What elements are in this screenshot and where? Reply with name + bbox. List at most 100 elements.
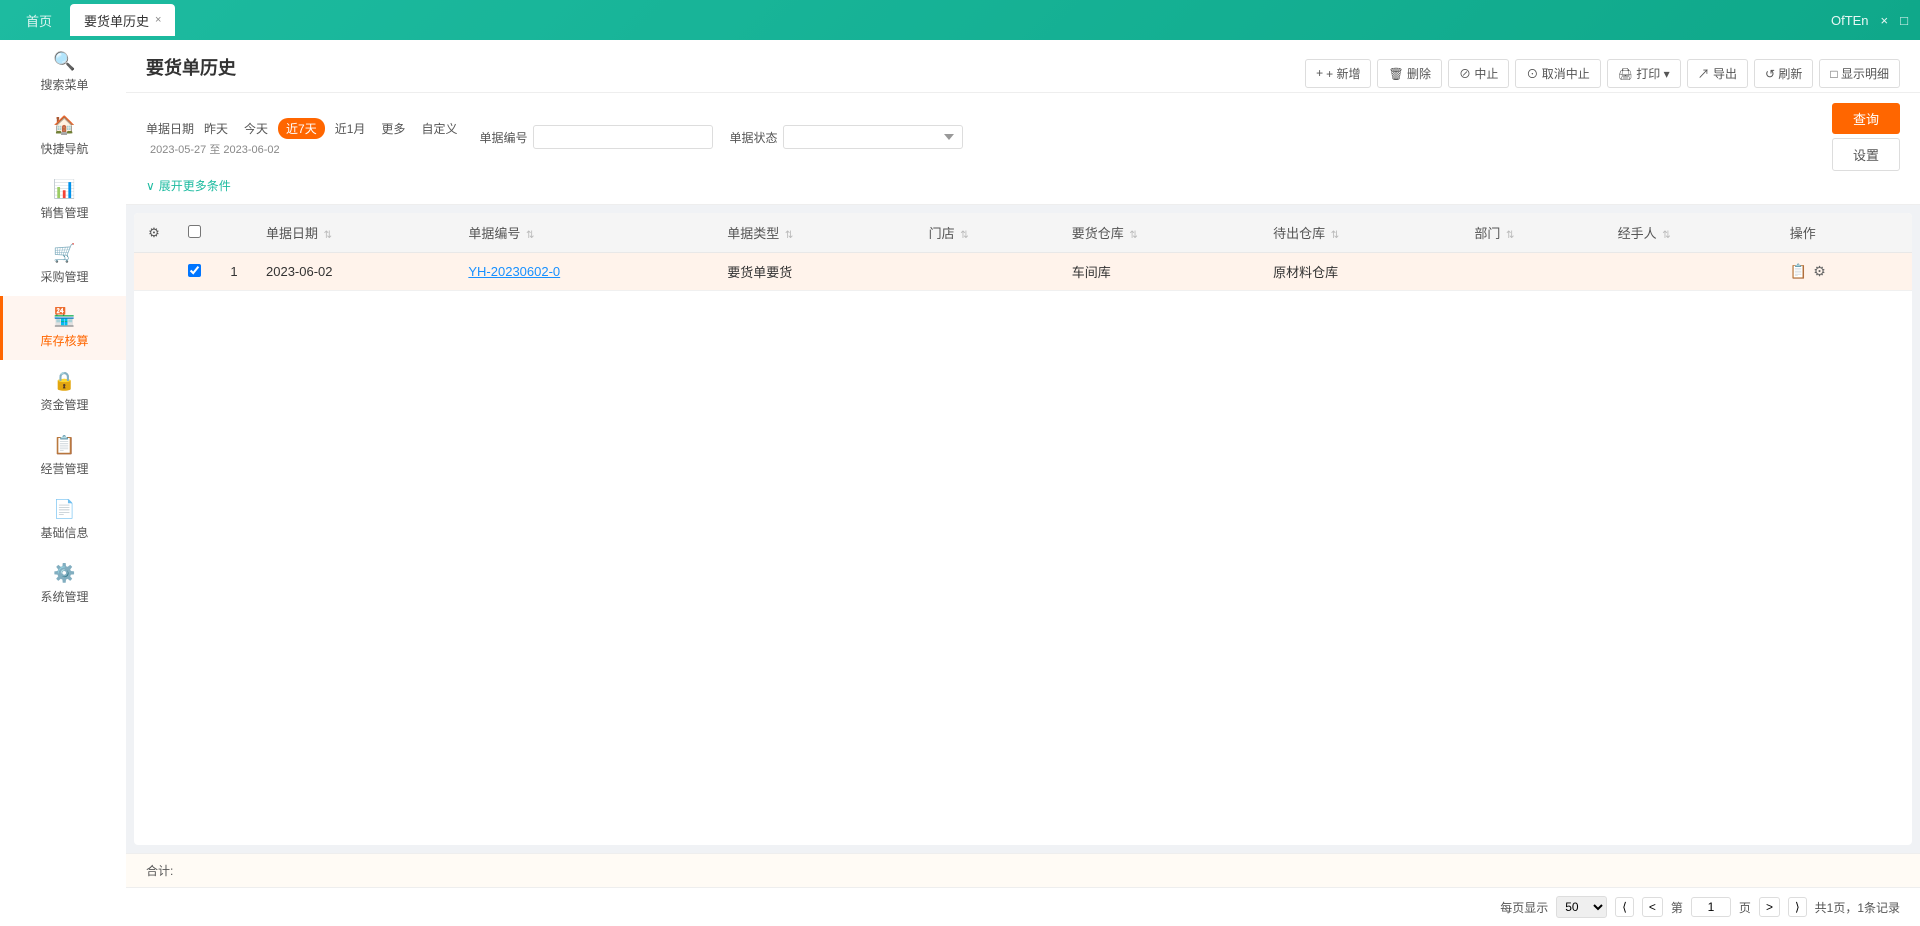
show-detail-button[interactable]: □ 显示明细: [1819, 59, 1900, 88]
export-label: ↗ 导出: [1698, 65, 1737, 82]
refresh-label: ↺ 刷新: [1765, 65, 1802, 82]
sidebar-item-sales-mgmt-label: 销售管理: [40, 204, 88, 221]
tab-home-label: 首页: [26, 11, 52, 30]
finance-icon: 🔒: [53, 371, 75, 392]
row-edit-icon[interactable]: 📋: [1790, 263, 1807, 280]
query-button[interactable]: 查询: [1832, 103, 1900, 134]
table-row[interactable]: 1 2023-06-02 YH-20230602-0 要货单要货 车间库 原材料…: [134, 253, 1912, 291]
delete-button[interactable]: 🗑 删除: [1377, 59, 1442, 88]
show-detail-label: □ 显示明细: [1830, 65, 1889, 82]
filter-buttons: 查询 设置: [1832, 103, 1900, 171]
status-label: 单据状态: [729, 129, 777, 146]
row-action-cell: 📋 ⚙: [1778, 253, 1912, 291]
basic-info-icon: 📄: [53, 499, 75, 520]
doc-number-input[interactable]: [533, 125, 713, 149]
sidebar-item-search-menu-label: 搜索菜单: [40, 76, 88, 93]
total-info: 共1页，1条记录: [1815, 899, 1900, 916]
tab-close-icon[interactable]: ×: [155, 14, 161, 26]
prev-page-button[interactable]: <: [1642, 897, 1663, 917]
search-menu-icon: 🔍: [53, 51, 75, 72]
row-req-warehouse: 车间库: [1060, 253, 1261, 291]
date-opt-custom[interactable]: 自定义: [415, 118, 463, 139]
stop-label: ⊘ 中止: [1459, 65, 1498, 82]
col-doc-number[interactable]: 单据编号 ⇅: [456, 213, 715, 253]
doc-type-sort-icon: ⇅: [785, 230, 793, 241]
refresh-button[interactable]: ↺ 刷新: [1754, 59, 1813, 88]
first-page-button[interactable]: ⟨: [1615, 897, 1634, 917]
sidebar-item-inventory[interactable]: 🏪 库存核算: [0, 296, 126, 360]
inventory-icon: 🏪: [53, 307, 75, 328]
date-options: 昨天 今天 近7天 近1月 更多 自定义: [198, 118, 463, 139]
window-maximize-icon[interactable]: □: [1900, 13, 1908, 28]
col-department[interactable]: 部门 ⇅: [1462, 213, 1605, 253]
sidebar-item-purchase-mgmt[interactable]: 🛒 采购管理: [0, 232, 126, 296]
row-pending-warehouse: 原材料仓库: [1261, 253, 1462, 291]
row-department: [1462, 253, 1605, 291]
col-handler[interactable]: 经手人 ⇅: [1606, 213, 1778, 253]
row-store: [917, 253, 1060, 291]
export-button[interactable]: ↗ 导出: [1687, 59, 1748, 88]
next-page-button[interactable]: >: [1759, 897, 1780, 917]
col-doc-date[interactable]: 单据日期 ⇅: [254, 213, 456, 253]
sidebar: 🔍 搜索菜单 🏠 快捷导航 📊 销售管理 🛒 采购管理 🏪 库存核算 🔒 资金管…: [0, 40, 126, 926]
page-size-select[interactable]: 20 50 100 200: [1556, 896, 1607, 918]
date-opt-today[interactable]: 今天: [238, 118, 274, 139]
page-input-label: 第: [1671, 899, 1683, 916]
tab-requisition-history-label: 要货单历史: [84, 11, 149, 30]
expand-icon: ∨: [146, 179, 155, 193]
expand-more-btn[interactable]: ∨ 展开更多条件: [146, 177, 1900, 194]
col-pending-warehouse[interactable]: 待出仓库 ⇅: [1261, 213, 1462, 253]
col-checkbox: [174, 213, 214, 253]
row-checkbox-cell[interactable]: [174, 253, 214, 291]
store-sort-icon: ⇅: [960, 230, 968, 241]
sidebar-item-finance[interactable]: 🔒 资金管理: [0, 360, 126, 424]
row-more-icon[interactable]: ⚙: [1813, 263, 1826, 280]
stop-button[interactable]: ⊘ 中止: [1448, 59, 1509, 88]
tab-requisition-history[interactable]: 要货单历史 ×: [70, 4, 175, 36]
page-number-input[interactable]: [1691, 897, 1731, 917]
sidebar-item-operations[interactable]: 📋 经营管理: [0, 424, 126, 488]
sidebar-item-search-menu[interactable]: 🔍 搜索菜单: [0, 40, 126, 104]
col-req-warehouse[interactable]: 要货仓库 ⇅: [1060, 213, 1261, 253]
settings-button[interactable]: 设置: [1832, 138, 1900, 171]
doc-number-sort-icon: ⇅: [526, 230, 534, 241]
print-button[interactable]: 🖨 打印 ▾: [1607, 59, 1681, 88]
row-checkbox[interactable]: [188, 264, 201, 277]
new-label: + 新增: [1326, 65, 1360, 82]
filter-row-1: 单据日期 昨天 今天 近7天 近1月 更多 自定义 2023-05-27 至 2…: [146, 103, 1900, 171]
cancel-stop-label: ⊙ 取消中止: [1526, 65, 1589, 82]
cancel-stop-button[interactable]: ⊙ 取消中止: [1515, 59, 1600, 88]
quick-nav-icon: 🏠: [53, 115, 75, 136]
status-select[interactable]: [783, 125, 963, 149]
last-page-button[interactable]: ⟩: [1788, 897, 1807, 917]
col-doc-type[interactable]: 单据类型 ⇅: [715, 213, 916, 253]
sidebar-item-system-mgmt[interactable]: ⚙️ 系统管理: [0, 552, 126, 616]
date-opt-yesterday[interactable]: 昨天: [198, 118, 234, 139]
top-bar-right: OfTEn × □: [1831, 13, 1908, 28]
purchase-mgmt-icon: 🛒: [53, 243, 75, 264]
date-opt-more[interactable]: 更多: [375, 118, 411, 139]
new-button[interactable]: + + 新增: [1305, 59, 1371, 88]
col-num: [214, 213, 254, 253]
tab-home[interactable]: 首页: [12, 4, 66, 36]
window-close-icon[interactable]: ×: [1881, 13, 1889, 28]
date-opt-1month[interactable]: 近1月: [329, 118, 372, 139]
row-doc-number[interactable]: YH-20230602-0: [456, 253, 715, 291]
doc-number-label: 单据编号: [479, 129, 527, 146]
table-header-row: ⚙ 单据日期 ⇅ 单据编号 ⇅: [134, 213, 1912, 253]
sidebar-item-quick-nav[interactable]: 🏠 快捷导航: [0, 104, 126, 168]
select-all-checkbox[interactable]: [188, 225, 201, 238]
main-layout: 🔍 搜索菜单 🏠 快捷导航 📊 销售管理 🛒 采购管理 🏪 库存核算 🔒 资金管…: [0, 40, 1920, 926]
sidebar-item-sales-mgmt[interactable]: 📊 销售管理: [0, 168, 126, 232]
col-store[interactable]: 门店 ⇅: [917, 213, 1060, 253]
often-label[interactable]: OfTEn: [1831, 13, 1869, 28]
table-body: 1 2023-06-02 YH-20230602-0 要货单要货 车间库 原材料…: [134, 253, 1912, 291]
col-settings[interactable]: ⚙: [134, 213, 174, 253]
date-opt-7days[interactable]: 近7天: [278, 118, 325, 139]
req-warehouse-sort-icon: ⇅: [1129, 230, 1137, 241]
top-bar: 首页 要货单历史 × OfTEn × □: [0, 0, 1920, 40]
row-settings-cell: [134, 253, 174, 291]
summary-bar: 合计:: [126, 853, 1920, 887]
toolbar: + + 新增 🗑 删除 ⊘ 中止 ⊙ 取消中止 🖨 打印 ▾: [1305, 59, 1900, 88]
sidebar-item-basic-info[interactable]: 📄 基础信息: [0, 488, 126, 552]
